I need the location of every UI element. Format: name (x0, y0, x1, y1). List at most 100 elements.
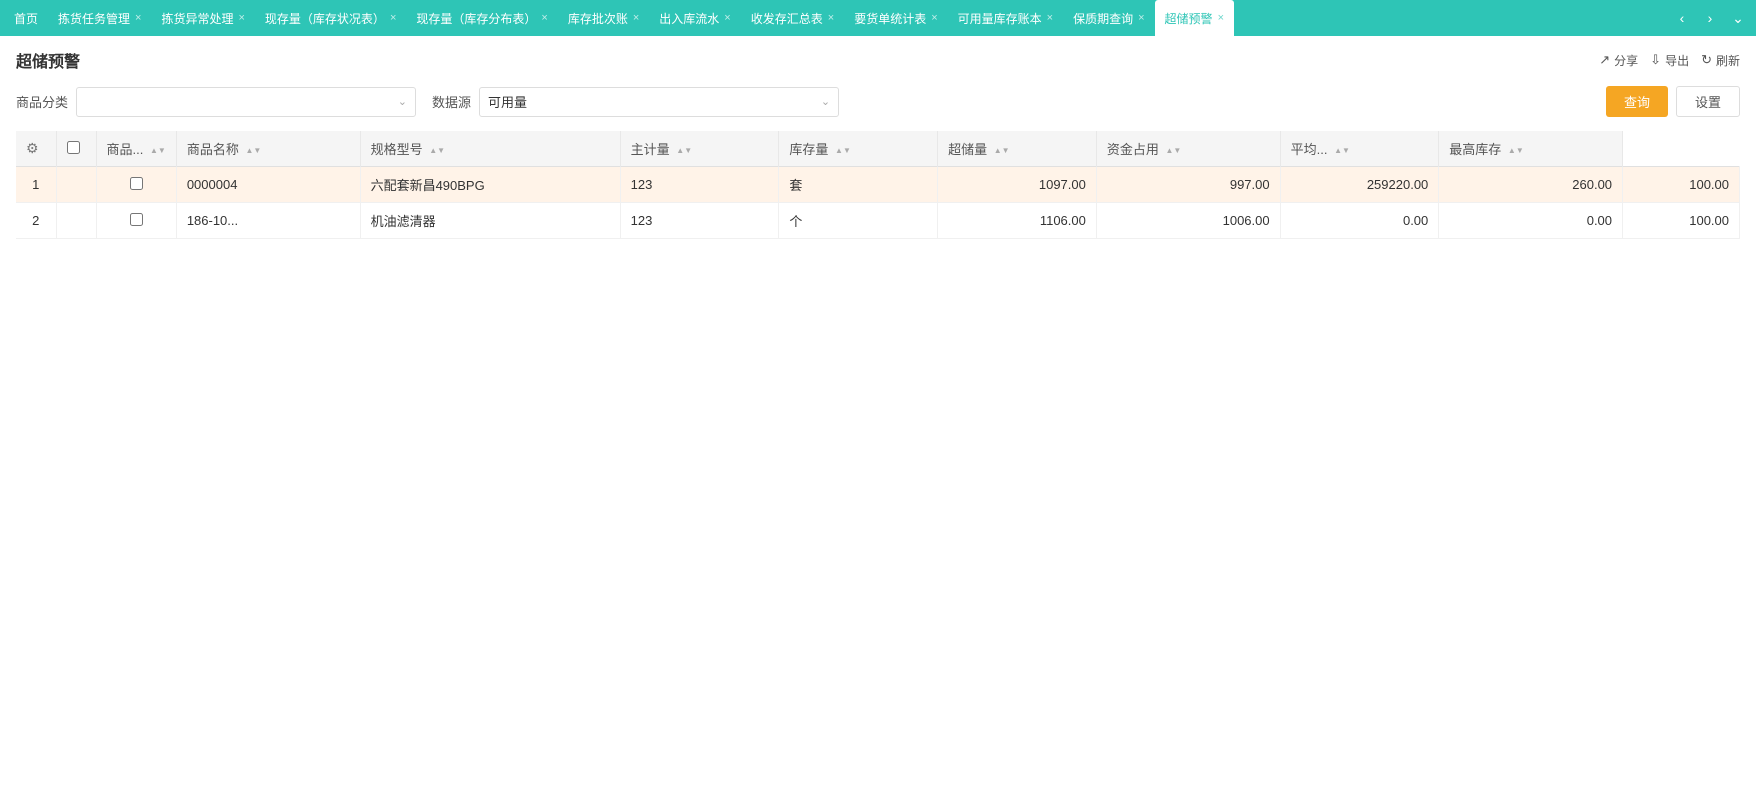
commodity-class-select[interactable]: ⌄ (76, 87, 416, 117)
row-check-cell (96, 203, 176, 239)
close-icon[interactable]: × (724, 12, 730, 24)
close-icon[interactable]: × (828, 12, 834, 24)
col-label-avg: 平均... (1291, 142, 1328, 157)
refresh-icon: ↻ (1701, 52, 1712, 68)
nav-item-home[interactable]: 首页 (4, 0, 48, 36)
col-header-unit[interactable]: 主计量 ▲▼ (620, 131, 779, 167)
settings-button[interactable]: 设置 (1676, 86, 1740, 117)
close-icon[interactable]: × (1047, 12, 1053, 24)
col-header-commodity-name[interactable]: 商品名称 ▲▼ (176, 131, 360, 167)
nav-item-stock-status[interactable]: 现存量（库存状况表） × (255, 0, 406, 36)
sort-icon: ▲▼ (150, 147, 166, 155)
nav-item-overstock[interactable]: 超储预警 × (1155, 0, 1234, 36)
page-header: 超储预警 ↗ 分享 ⇩ 导出 ↻ 刷新 (16, 48, 1740, 72)
nav-label-stock-dist: 现存量（库存分布表） (416, 10, 536, 27)
page-container: 超储预警 ↗ 分享 ⇩ 导出 ↻ 刷新 商品分类 ⌄ 数据源 (0, 36, 1756, 800)
table-header-row: ⚙ 商品... ▲▼ 商品名称 ▲▼ 规格型号 ▲▼ 主计 (16, 131, 1740, 167)
refresh-label: 刷新 (1716, 52, 1740, 69)
gear-icon[interactable]: ⚙ (26, 140, 39, 156)
filter-area: 商品分类 ⌄ 数据源 可用量 ⌄ 查询 设置 (16, 86, 1740, 117)
row-avg: 260.00 (1439, 167, 1623, 203)
sort-icon: ▲▼ (429, 147, 445, 155)
nav-next-arrow[interactable]: › (1696, 0, 1724, 36)
row-spec: 123 (620, 167, 779, 203)
col-header-avg[interactable]: 平均... ▲▼ (1280, 131, 1439, 167)
refresh-button[interactable]: ↻ 刷新 (1701, 52, 1740, 69)
row-index: 1 (16, 167, 56, 203)
row-settings-cell (56, 203, 96, 239)
row-checkbox[interactable] (130, 177, 143, 190)
table-row: 1 0000004 六配套新昌490BPG 123 套 1097.00 997.… (16, 167, 1740, 203)
nav-menu-arrow[interactable]: ⌄ (1724, 0, 1752, 36)
close-icon[interactable]: × (633, 12, 639, 24)
nav-label-stock-batch: 库存批次账 (568, 10, 628, 27)
nav-label-flow: 出入库流水 (659, 10, 719, 27)
row-check-cell (96, 167, 176, 203)
row-stock: 1106.00 (938, 203, 1097, 239)
row-overstock: 1006.00 (1096, 203, 1280, 239)
chevron-down-icon: ⌄ (398, 95, 407, 108)
col-label-commodity-code: 商品... (107, 142, 144, 157)
row-index: 2 (16, 203, 56, 239)
close-icon[interactable]: × (931, 12, 937, 24)
nav-item-stock-dist[interactable]: 现存量（库存分布表） × (406, 0, 557, 36)
col-header-max-stock[interactable]: 最高库存 ▲▼ (1439, 131, 1623, 167)
row-max-stock: 100.00 (1623, 167, 1740, 203)
filter-group-datasource: 数据源 可用量 ⌄ (432, 87, 839, 117)
sort-icon: ▲▼ (245, 147, 261, 155)
export-button[interactable]: ⇩ 导出 (1650, 52, 1689, 69)
query-button[interactable]: 查询 (1606, 86, 1668, 117)
col-header-commodity-code[interactable]: 商品... ▲▼ (96, 131, 176, 167)
nav-label-order-stat: 要货单统计表 (854, 10, 926, 27)
page-title: 超储预警 (16, 48, 80, 72)
nav-label-available: 可用量库存账本 (958, 10, 1042, 27)
close-icon[interactable]: × (1218, 12, 1224, 24)
close-icon[interactable]: × (541, 12, 547, 24)
row-capital: 259220.00 (1280, 167, 1439, 203)
nav-item-order-stat[interactable]: 要货单统计表 × (844, 0, 947, 36)
sort-icon: ▲▼ (1508, 147, 1524, 155)
col-header-overstock[interactable]: 超储量 ▲▼ (938, 131, 1097, 167)
close-icon[interactable]: × (1138, 12, 1144, 24)
nav-item-available[interactable]: 可用量库存账本 × (948, 0, 1063, 36)
row-stock: 1097.00 (938, 167, 1097, 203)
nav-item-summary[interactable]: 收发存汇总表 × (741, 0, 844, 36)
close-icon[interactable]: × (238, 12, 244, 24)
table-row: 2 186-10... 机油滤清器 123 个 1106.00 1006.00 … (16, 203, 1740, 239)
row-spec: 123 (620, 203, 779, 239)
close-icon[interactable]: × (390, 12, 396, 24)
select-all-checkbox[interactable] (67, 141, 80, 154)
row-commodity-code: 0000004 (176, 167, 360, 203)
filter-buttons: 查询 设置 (1606, 86, 1740, 117)
col-label-unit: 主计量 (631, 142, 670, 157)
col-header-stock[interactable]: 库存量 ▲▼ (779, 131, 938, 167)
row-capital: 0.00 (1280, 203, 1439, 239)
nav-item-pick-task[interactable]: 拣货任务管理 × (48, 0, 151, 36)
share-icon: ↗ (1599, 52, 1610, 68)
filter-group-commodity: 商品分类 ⌄ (16, 87, 416, 117)
nav-label-summary: 收发存汇总表 (751, 10, 823, 27)
row-checkbox[interactable] (130, 213, 143, 226)
nav-item-pick-exception[interactable]: 拣货异常处理 × (151, 0, 254, 36)
col-label-spec: 规格型号 (371, 142, 423, 157)
nav-bar: 首页 拣货任务管理 × 拣货异常处理 × 现存量（库存状况表） × 现存量（库存… (0, 0, 1756, 36)
nav-item-stock-batch[interactable]: 库存批次账 × (558, 0, 649, 36)
share-button[interactable]: ↗ 分享 (1599, 52, 1638, 69)
nav-item-expiry[interactable]: 保质期查询 × (1063, 0, 1154, 36)
data-source-select[interactable]: 可用量 ⌄ (479, 87, 839, 117)
nav-item-flow[interactable]: 出入库流水 × (649, 0, 740, 36)
close-icon[interactable]: × (135, 12, 141, 24)
nav-label-home: 首页 (14, 10, 38, 27)
row-overstock: 997.00 (1096, 167, 1280, 203)
col-label-max-stock: 最高库存 (1449, 142, 1501, 157)
export-icon: ⇩ (1650, 52, 1661, 68)
row-max-stock: 100.00 (1623, 203, 1740, 239)
col-header-capital[interactable]: 资金占用 ▲▼ (1096, 131, 1280, 167)
nav-prev-arrow[interactable]: ‹ (1668, 0, 1696, 36)
row-commodity-code: 186-10... (176, 203, 360, 239)
header-actions: ↗ 分享 ⇩ 导出 ↻ 刷新 (1599, 52, 1740, 69)
col-header-spec[interactable]: 规格型号 ▲▼ (360, 131, 620, 167)
sort-icon: ▲▼ (676, 147, 692, 155)
row-avg: 0.00 (1439, 203, 1623, 239)
sort-icon: ▲▼ (835, 147, 851, 155)
